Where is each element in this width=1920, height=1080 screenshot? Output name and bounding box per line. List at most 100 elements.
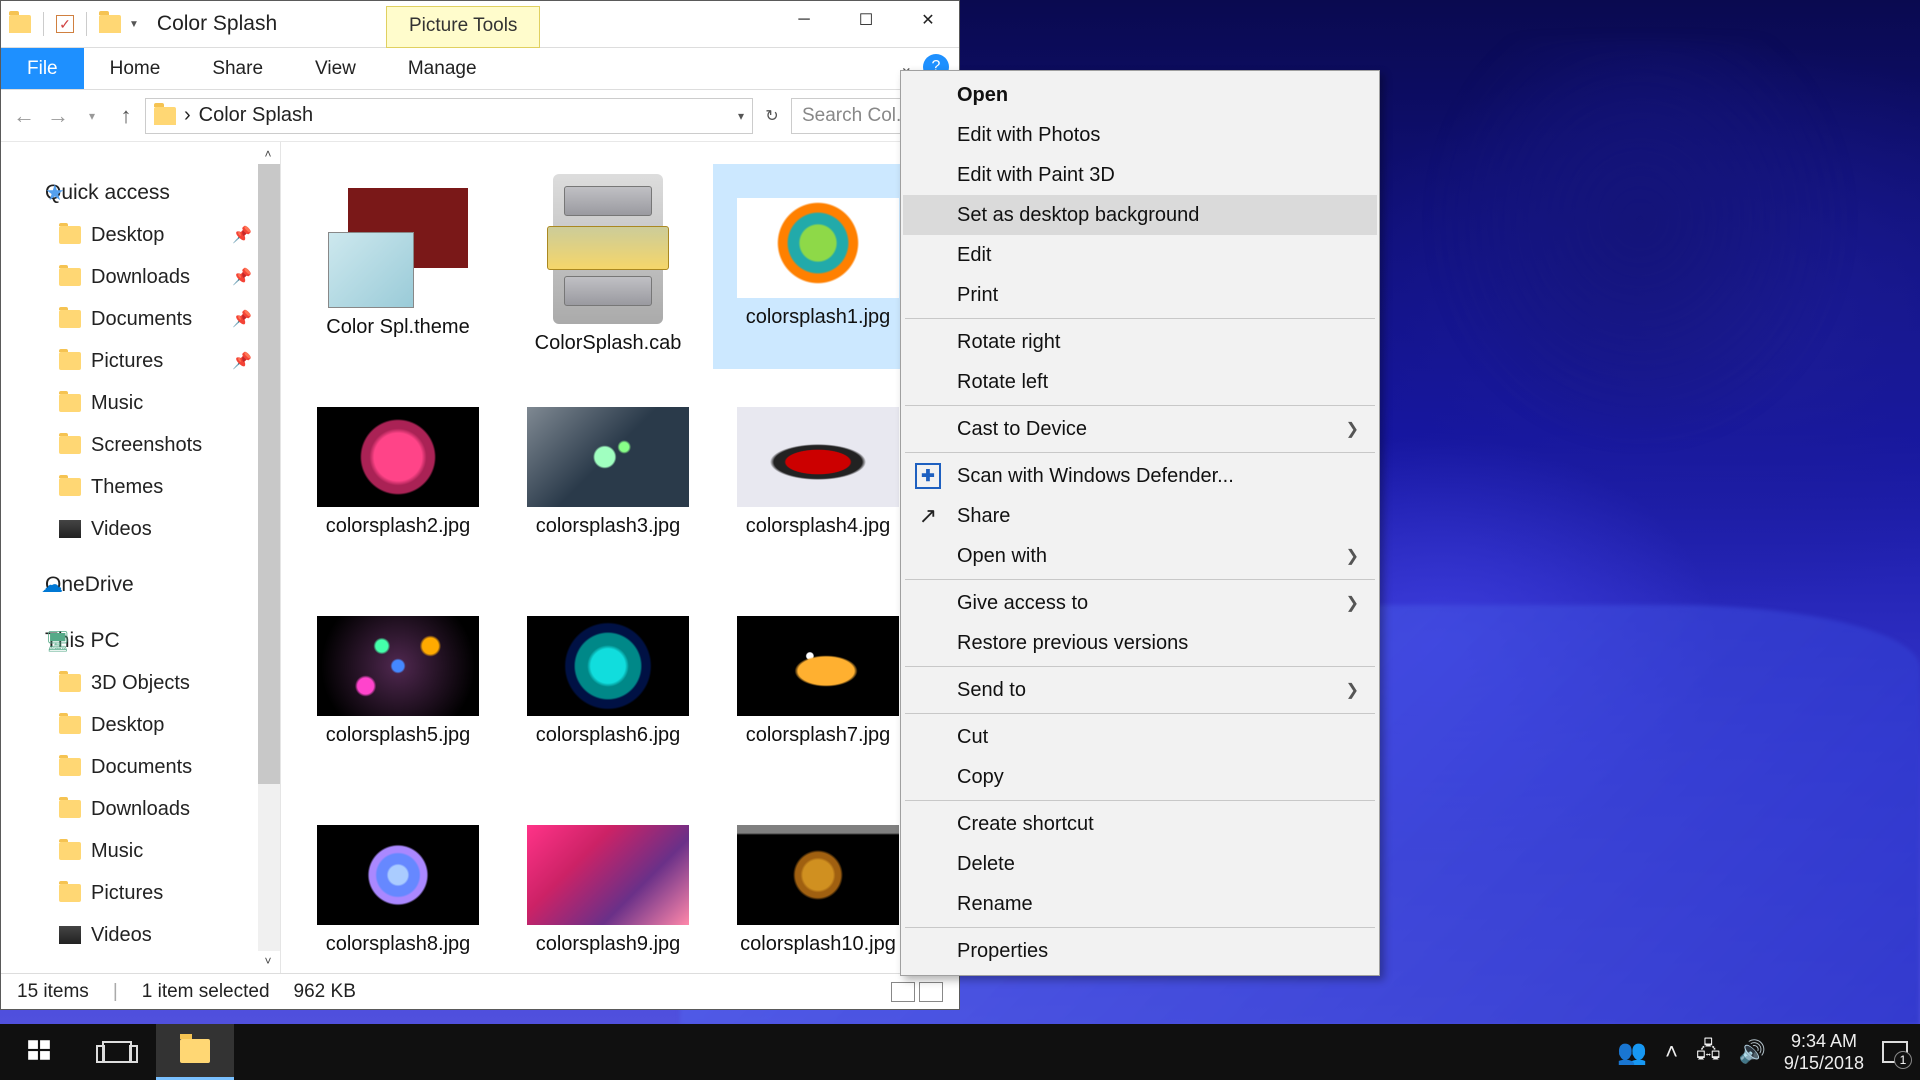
tab-share[interactable]: Share [186, 48, 289, 89]
taskbar-clock[interactable]: 9:34 AM 9/15/2018 [1784, 1030, 1864, 1075]
start-button[interactable] [0, 1024, 78, 1080]
sidebar-label: Pictures [91, 882, 163, 905]
details-view-icon[interactable] [891, 982, 915, 1002]
cm-copy[interactable]: Copy [903, 757, 1377, 797]
file-grid[interactable]: Color Spl.theme ColorSplash.cab colorspl… [281, 142, 959, 973]
sidebar-item-documents[interactable]: Documents📌 [1, 298, 280, 340]
sidebar-item-videos[interactable]: Videos [1, 914, 280, 956]
cm-delete[interactable]: Delete [903, 844, 1377, 884]
file-item-cab[interactable]: ColorSplash.cab [503, 164, 713, 369]
taskbar-file-explorer[interactable] [156, 1024, 234, 1080]
sidebar-item-themes[interactable]: Themes [1, 466, 280, 508]
folder-icon [59, 268, 81, 286]
cm-edit-paint3d[interactable]: Edit with Paint 3D [903, 155, 1377, 195]
cm-cast-to-device[interactable]: Cast to Device❯ [903, 409, 1377, 449]
sidebar-label: Screenshots [91, 434, 202, 457]
tab-manage[interactable]: Manage [382, 48, 503, 89]
tab-home[interactable]: Home [84, 48, 187, 89]
cm-restore-versions[interactable]: Restore previous versions [903, 623, 1377, 663]
sidebar-item-desktop[interactable]: Desktop [1, 704, 280, 746]
cm-rotate-right[interactable]: Rotate right [903, 322, 1377, 362]
cm-send-to[interactable]: Send to❯ [903, 670, 1377, 710]
cm-share[interactable]: ↗Share [903, 496, 1377, 536]
qat-dropdown-icon[interactable]: ▼ [129, 19, 139, 30]
cm-edit[interactable]: Edit [903, 235, 1377, 275]
refresh-button[interactable]: ↻ [757, 98, 787, 134]
network-icon[interactable]: 🖧 [1696, 1033, 1721, 1071]
file-item-image[interactable]: colorsplash5.jpg [293, 582, 503, 787]
thumbnails-view-icon[interactable] [919, 982, 943, 1002]
sidebar-this-pc[interactable]: 🖥This PC [1, 620, 280, 662]
sidebar-item-3dobjects[interactable]: 3D Objects [1, 662, 280, 704]
cm-set-desktop-background[interactable]: Set as desktop background [903, 195, 1377, 235]
file-item-image[interactable]: colorsplash10.jpg [713, 791, 923, 973]
file-item-image[interactable]: colorsplash6.jpg [503, 582, 713, 787]
breadcrumb-location[interactable]: Color Splash [199, 104, 314, 127]
sidebar-item-screenshots[interactable]: Screenshots [1, 424, 280, 466]
forward-button[interactable]: → [43, 101, 73, 131]
close-button[interactable]: ✕ [897, 1, 959, 39]
sidebar-item-pictures[interactable]: Pictures [1, 872, 280, 914]
sidebar-item-desktop[interactable]: Desktop📌 [1, 214, 280, 256]
cm-scan-defender[interactable]: Scan with Windows Defender... [903, 456, 1377, 496]
cm-edit-photos[interactable]: Edit with Photos [903, 115, 1377, 155]
maximize-button[interactable]: ☐ [835, 1, 897, 39]
volume-icon[interactable]: 🔊 [1739, 1039, 1766, 1065]
cm-give-access[interactable]: Give access to❯ [903, 583, 1377, 623]
sidebar-item-downloads[interactable]: Downloads📌 [1, 256, 280, 298]
cm-properties[interactable]: Properties [903, 931, 1377, 971]
recent-dropdown-icon[interactable]: ▾ [77, 101, 107, 131]
cm-open[interactable]: Open [903, 75, 1377, 115]
file-item-theme[interactable]: Color Spl.theme [293, 164, 503, 369]
address-bar[interactable]: › Color Splash ▾ [145, 98, 753, 134]
tray-overflow-icon[interactable]: ˄ [1665, 1039, 1678, 1065]
tab-view[interactable]: View [289, 48, 382, 89]
file-item-image[interactable]: colorsplash9.jpg [503, 791, 713, 973]
titlebar[interactable]: ✓ ▼ Color Splash Picture Tools ─ ☐ ✕ [1, 1, 959, 48]
sidebar-item-downloads[interactable]: Downloads [1, 788, 280, 830]
sidebar-label: Downloads [91, 798, 190, 821]
cm-cut[interactable]: Cut [903, 717, 1377, 757]
sidebar-item-music[interactable]: Music [1, 382, 280, 424]
action-center-icon[interactable]: 1 [1882, 1041, 1908, 1063]
address-dropdown-icon[interactable]: ▾ [738, 109, 744, 123]
cm-create-shortcut[interactable]: Create shortcut [903, 804, 1377, 844]
cm-rotate-left[interactable]: Rotate left [903, 362, 1377, 402]
cm-rename[interactable]: Rename [903, 884, 1377, 924]
sidebar-item-videos[interactable]: Videos [1, 508, 280, 550]
taskbar[interactable]: 👥 ˄ 🖧 🔊 9:34 AM 9/15/2018 1 [0, 1024, 1920, 1080]
people-icon[interactable]: 👥 [1617, 1038, 1647, 1067]
file-item-image[interactable]: colorsplash1.jpg [713, 164, 923, 369]
file-name: colorsplash9.jpg [536, 933, 681, 956]
folder-icon[interactable] [9, 15, 31, 33]
sidebar-label: Desktop [91, 714, 164, 737]
back-button[interactable]: ← [9, 101, 39, 131]
cm-print[interactable]: Print [903, 275, 1377, 315]
file-item-image[interactable]: colorsplash4.jpg [713, 373, 923, 578]
sidebar-item-music[interactable]: Music [1, 830, 280, 872]
file-item-image[interactable]: colorsplash8.jpg [293, 791, 503, 973]
cm-label: Rotate right [957, 331, 1060, 354]
folder-icon [59, 352, 81, 370]
minimize-button[interactable]: ─ [773, 1, 835, 39]
tab-file[interactable]: File [1, 48, 84, 89]
cm-label: Edit [957, 244, 991, 267]
file-item-image[interactable]: colorsplash3.jpg [503, 373, 713, 578]
pc-icon: 🖥 [45, 629, 70, 654]
new-folder-icon[interactable] [99, 15, 121, 33]
up-button[interactable]: ↑ [111, 101, 141, 131]
sidebar-quick-access[interactable]: ★Quick access [1, 172, 280, 214]
folder-icon [59, 436, 81, 454]
picture-tools-tab[interactable]: Picture Tools [386, 6, 540, 48]
task-view-button[interactable] [78, 1024, 156, 1080]
file-item-image[interactable]: colorsplash2.jpg [293, 373, 503, 578]
file-item-image[interactable]: colorsplash7.jpg [713, 582, 923, 787]
scroll-up-icon[interactable]: ˄ [258, 144, 278, 164]
scroll-down-icon[interactable]: ˅ [258, 951, 278, 971]
properties-icon[interactable]: ✓ [56, 15, 74, 33]
cm-label: Scan with Windows Defender... [957, 465, 1234, 488]
sidebar-onedrive[interactable]: ☁OneDrive [1, 564, 280, 606]
sidebar-item-documents[interactable]: Documents [1, 746, 280, 788]
sidebar-item-pictures[interactable]: Pictures📌 [1, 340, 280, 382]
cm-open-with[interactable]: Open with❯ [903, 536, 1377, 576]
